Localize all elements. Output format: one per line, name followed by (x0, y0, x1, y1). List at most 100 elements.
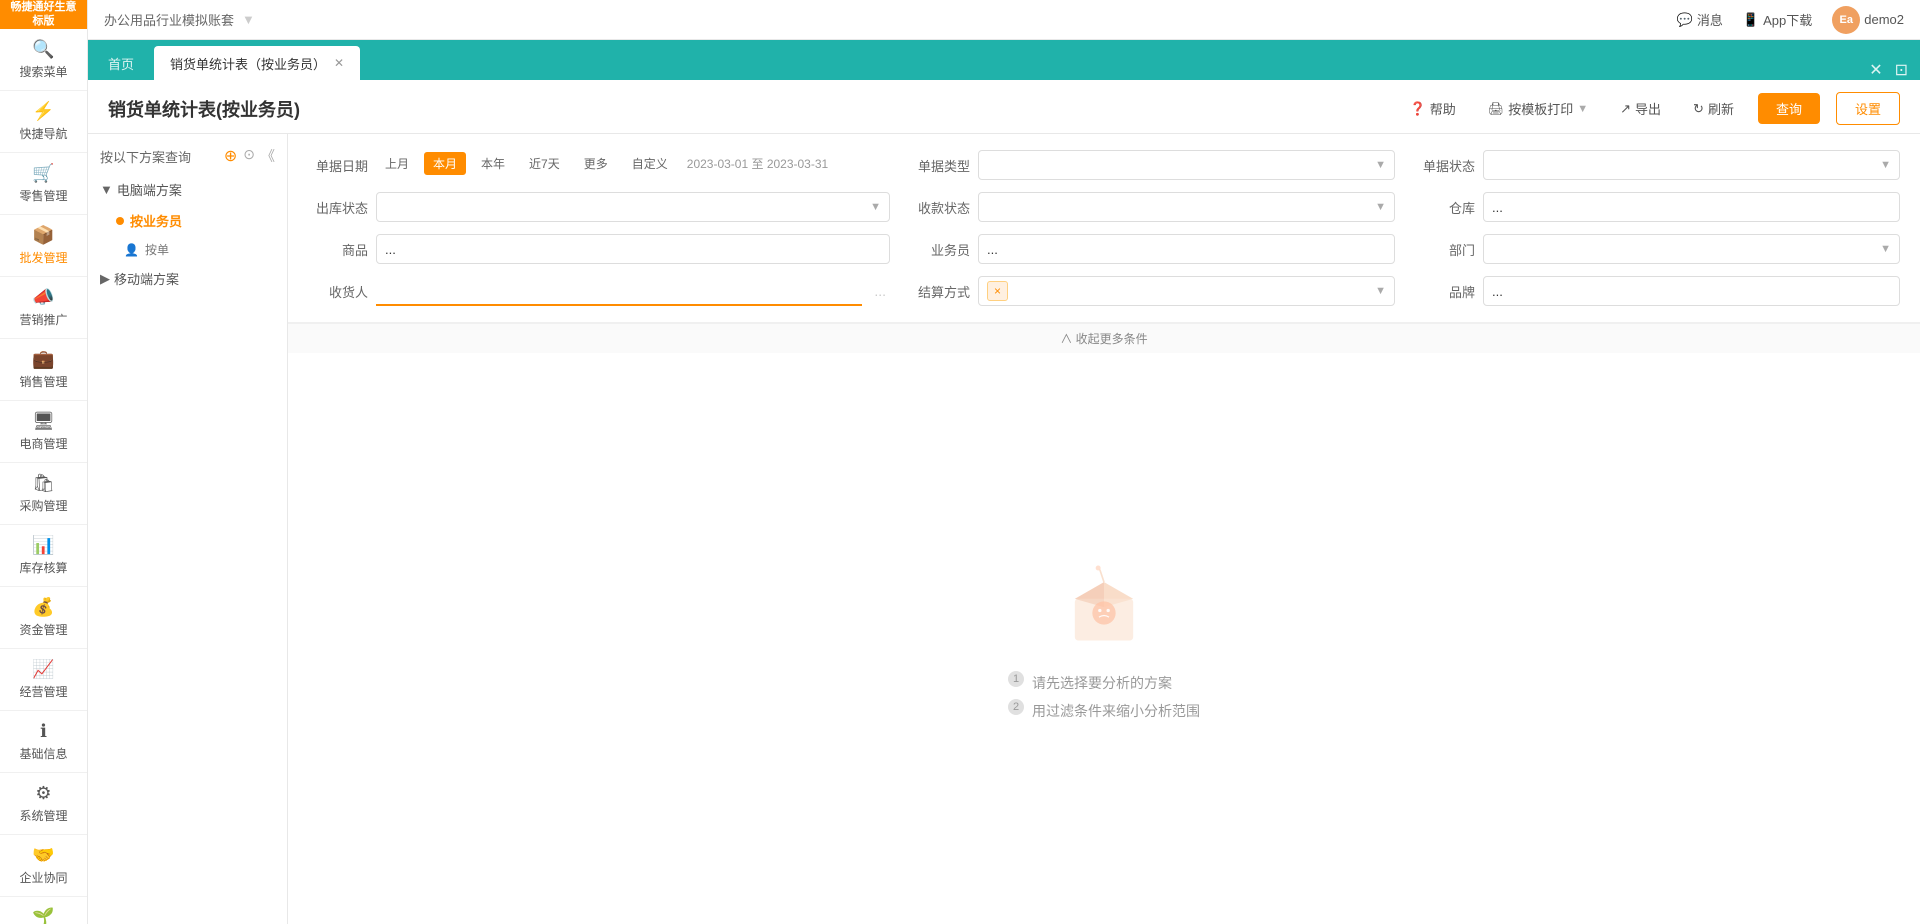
outstatus-label: 出库状态 (308, 198, 368, 217)
doctype-dropdown[interactable]: ▼ (978, 150, 1395, 180)
sidebar-item-label: 库存核算 (19, 559, 67, 576)
sidebar-item-ecommerce[interactable]: 🖥 电商管理 (0, 401, 88, 463)
tab-sales-report-label: 销货单统计表（按业务员） (170, 54, 326, 73)
print-label: 按模板打印 (1508, 99, 1573, 118)
print-btn[interactable]: 🖨 按模板打印 ▼ (1480, 95, 1596, 122)
filter-field-dept: 部门 ▼ (1415, 234, 1900, 264)
product-value: ... (385, 242, 396, 257)
scheme-group-desktop-label: 电脑端方案 (117, 180, 182, 199)
tip-num-2: 2 (1008, 699, 1024, 715)
payment-dropdown[interactable]: × ▼ (978, 276, 1395, 306)
sidebar-item-basicinfo[interactable]: ℹ 基础信息 (0, 711, 88, 773)
receiver-ellipsis[interactable]: ... (870, 283, 890, 299)
filter-row-1: 单据日期 上月 本月 本年 近7天 更多 自定义 2023-03-01 至 20… (308, 150, 1900, 180)
settings-scheme-icon[interactable]: ⊙ (243, 146, 255, 166)
export-btn[interactable]: ↗ 导出 (1612, 95, 1669, 122)
refresh-icon: ↻ (1693, 101, 1704, 117)
sidebar-item-purchase[interactable]: 🛍 采购管理 (0, 463, 88, 525)
window-minimize-icon[interactable]: ✕ (1869, 60, 1882, 80)
empty-tips: 1 请先选择要分析的方案 2 用过滤条件来缩小分析范围 (1008, 669, 1200, 725)
scheme-group-mobile-header[interactable]: ▶ 移动端方案 (88, 263, 287, 294)
payment-tag-x[interactable]: × (994, 284, 1001, 298)
search-button[interactable]: 查询 (1758, 93, 1820, 124)
basicinfo-icon: ℹ (40, 721, 47, 742)
paystatus-dropdown[interactable]: ▼ (978, 192, 1395, 222)
date-chip-more[interactable]: 更多 (575, 152, 617, 175)
empty-illustration (1054, 553, 1154, 653)
sidebar-item-label: 电商管理 (19, 435, 67, 452)
window-maximize-icon[interactable]: ⊡ (1895, 60, 1908, 80)
page-title: 销货单统计表(按业务员) (108, 96, 300, 122)
wholesale-icon: 📦 (32, 225, 54, 246)
tip-item-2: 2 用过滤条件来缩小分析范围 (1008, 697, 1200, 725)
scheme-item-byorder[interactable]: 👤 按单 (88, 236, 287, 263)
brand-dropdown[interactable]: ... (1483, 276, 1900, 306)
sidebar-item-search[interactable]: 🔍 搜索菜单 (0, 29, 88, 91)
enterprise-icon: 🤝 (32, 845, 54, 866)
date-chips: 上月 本月 本年 近7天 更多 自定义 2023-03-01 至 2023-03… (376, 152, 890, 175)
filter-field-outstatus: 出库状态 ▼ (308, 192, 890, 222)
sidebar-item-wholesale[interactable]: 📦 批发管理 (0, 215, 88, 277)
left-panel-icons: ⊕ ⊙ 《 (224, 146, 275, 166)
product-label: 商品 (308, 240, 368, 259)
sidebar-item-retail[interactable]: 🛒 零售管理 (0, 153, 88, 215)
sidebar-item-marketing[interactable]: 📣 营销推广 (0, 277, 88, 339)
date-chip-custom[interactable]: 自定义 (623, 152, 677, 175)
date-chip-thisyear[interactable]: 本年 (472, 152, 514, 175)
sidebar-item-finance[interactable]: 💰 资金管理 (0, 587, 88, 649)
collapse-bar[interactable]: ∧ 收起更多条件 (288, 323, 1920, 353)
sidebar-item-newguide[interactable]: 🌱 新手引导 (0, 897, 88, 924)
operations-icon: 📈 (32, 659, 54, 680)
filter-field-date: 单据日期 上月 本月 本年 近7天 更多 自定义 2023-03-01 至 20… (308, 152, 890, 179)
scheme-item-byyaoyuan[interactable]: 按业务员 (88, 205, 287, 236)
app-download-btn[interactable]: 📱 App下载 (1743, 10, 1812, 29)
tip-text-2: 用过滤条件来缩小分析范围 (1032, 697, 1200, 725)
tab-sales-report[interactable]: 销货单统计表（按业务员） ✕ (154, 46, 360, 80)
help-btn[interactable]: ❓ 帮助 (1402, 95, 1464, 122)
left-panel-header: 按以下方案查询 ⊕ ⊙ 《 (88, 146, 287, 174)
tab-bar: 首页 销货单统计表（按业务员） ✕ ✕ ⊡ (88, 40, 1920, 80)
docstatus-dropdown[interactable]: ▼ (1483, 150, 1900, 180)
scheme-group-desktop-header[interactable]: ▼ 电脑端方案 (88, 174, 287, 205)
date-chip-thismonth[interactable]: 本月 (424, 152, 466, 175)
outstatus-dropdown[interactable]: ▼ (376, 192, 890, 222)
sidebar-item-operations[interactable]: 📈 经营管理 (0, 649, 88, 711)
refresh-btn[interactable]: ↻ 刷新 (1685, 95, 1742, 122)
product-dropdown[interactable]: ... (376, 234, 890, 264)
salesperson-dropdown[interactable]: ... (978, 234, 1395, 264)
sales-icon: 💼 (32, 349, 54, 370)
sidebar-item-quicknav[interactable]: ⚡ 快捷导航 (0, 91, 88, 153)
payment-tag: × (987, 281, 1008, 301)
user-menu[interactable]: Ea demo2 (1832, 6, 1904, 34)
date-chip-7days[interactable]: 近7天 (520, 152, 569, 175)
date-chip-lastmonth[interactable]: 上月 (376, 152, 418, 175)
collapse-panel-icon[interactable]: 《 (261, 146, 275, 166)
sidebar-item-label: 零售管理 (19, 187, 67, 204)
filter-area: 单据日期 上月 本月 本年 近7天 更多 自定义 2023-03-01 至 20… (288, 134, 1920, 323)
receiver-input[interactable] (376, 276, 862, 306)
top-bar: 办公用品行业模拟账套 ▼ 💬 消息 📱 App下载 Ea demo2 (88, 0, 1920, 40)
app-logo-subtext: 标版 (33, 14, 55, 28)
warehouse-dropdown[interactable]: ... (1483, 192, 1900, 222)
tab-home[interactable]: 首页 (92, 46, 150, 80)
collapse-label: 收起更多条件 (1076, 332, 1148, 346)
message-btn[interactable]: 💬 消息 (1677, 10, 1723, 29)
sidebar-item-inventory[interactable]: 📊 库存核算 (0, 525, 88, 587)
dept-dropdown[interactable]: ▼ (1483, 234, 1900, 264)
search-icon: 🔍 (32, 39, 54, 60)
brand-label: 品牌 (1415, 282, 1475, 301)
refresh-label: 刷新 (1708, 99, 1734, 118)
sidebar-item-label: 基础信息 (19, 745, 67, 762)
tab-close-icon[interactable]: ✕ (334, 57, 344, 69)
sidebar-item-sales[interactable]: 💼 销售管理 (0, 339, 88, 401)
export-label: 导出 (1635, 99, 1661, 118)
filter-row-2: 出库状态 ▼ 收款状态 ▼ (308, 192, 1900, 222)
sub-scheme-item-label: 按单 (145, 241, 169, 258)
sidebar-item-enterprise[interactable]: 🤝 企业协同 (0, 835, 88, 897)
tab-bar-actions: ✕ ⊡ (1869, 60, 1920, 80)
settings-button[interactable]: 设置 (1836, 92, 1900, 125)
sidebar-item-system[interactable]: ⚙ 系统管理 (0, 773, 88, 835)
page-actions: ❓ 帮助 🖨 按模板打印 ▼ ↗ 导出 ↻ 刷新 查询 设置 (1402, 92, 1901, 125)
add-scheme-icon[interactable]: ⊕ (224, 146, 237, 166)
filter-field-product: 商品 ... (308, 234, 890, 264)
